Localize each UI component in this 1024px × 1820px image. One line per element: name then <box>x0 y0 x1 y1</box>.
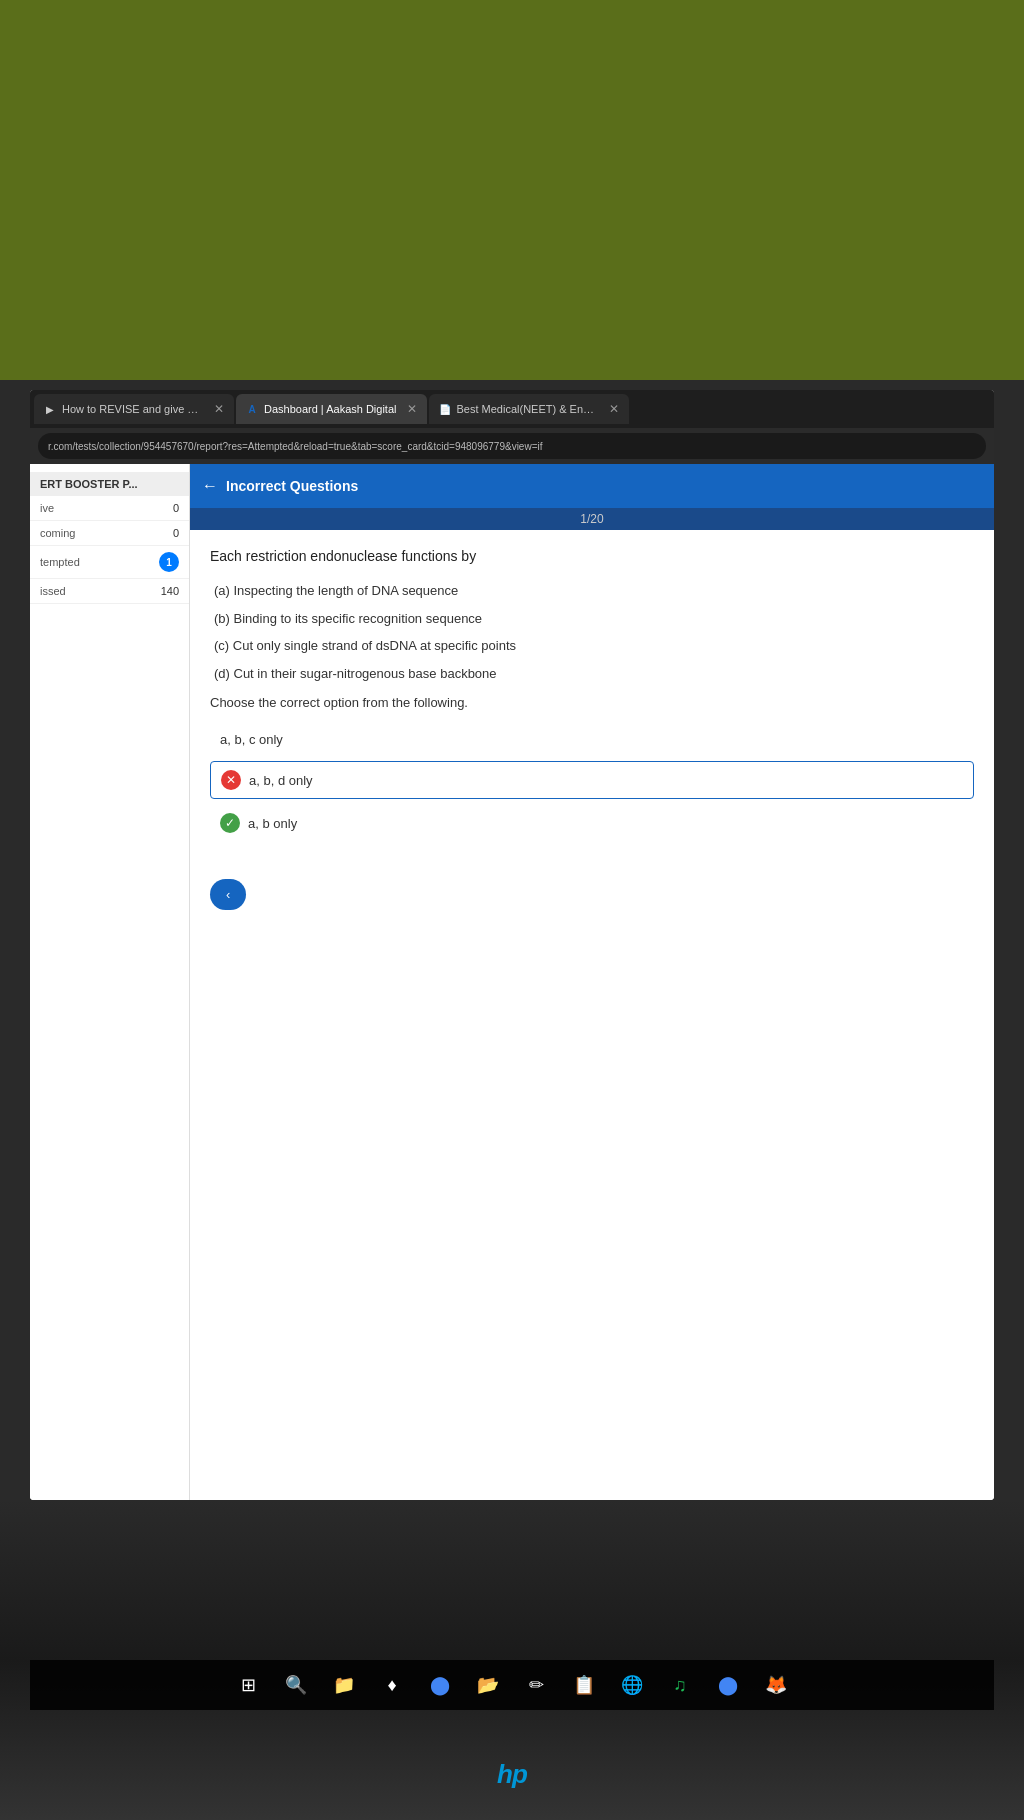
address-text: r.com/tests/collection/954457670/report?… <box>48 441 542 452</box>
top-bar: ← Incorrect Questions <box>190 464 994 508</box>
laptop-base: ⊞ 🔍 📁 ♦ ⬤ 📂 ✏ 📋 🌐 ♫ ⬤ 🦊 hp <box>0 1500 1024 1820</box>
sidebar-item-tempted: tempted 1 <box>30 546 189 579</box>
address-bar-row: r.com/tests/collection/954457670/report?… <box>30 428 994 464</box>
taskbar-start[interactable]: ⊞ <box>233 1670 263 1700</box>
hp-logo: hp <box>497 1759 527 1790</box>
tab1-label: How to REVISE and give MOCK <box>62 403 204 415</box>
choose-text: Choose the correct option from the follo… <box>210 695 974 710</box>
option-a: (a) Inspecting the length of DNA sequenc… <box>210 581 974 601</box>
laptop-screen: ▶ How to REVISE and give MOCK ✕ A Dashbo… <box>30 390 994 1500</box>
prev-button[interactable]: ‹ <box>210 879 246 910</box>
sidebar-header: ERT BOOSTER P... <box>30 472 189 496</box>
address-bar[interactable]: r.com/tests/collection/954457670/report?… <box>38 433 986 459</box>
tab1-close[interactable]: ✕ <box>214 402 224 416</box>
sidebar-badge-tempted: 1 <box>159 552 179 572</box>
sidebar-label-issed: issed <box>40 585 66 597</box>
sidebar-value-ive: 0 <box>173 502 179 514</box>
taskbar-edge[interactable]: 🌐 <box>617 1670 647 1700</box>
tab3-label: Best Medical(NEET) & Engineeri <box>457 403 599 415</box>
prev-icon: ‹ <box>226 887 230 902</box>
answer-option-ab[interactable]: ✓ a, b only <box>210 805 974 841</box>
taskbar-chrome[interactable]: ⬤ <box>425 1670 455 1700</box>
wrong-icon: ✕ <box>221 770 241 790</box>
website-content: ERT BOOSTER P... ive 0 coming 0 tempted … <box>30 464 994 1500</box>
nav-btn-area: ‹ <box>190 863 994 926</box>
taskbar-folder[interactable]: 📂 <box>473 1670 503 1700</box>
taskbar-notes[interactable]: 📋 <box>569 1670 599 1700</box>
desk-surface <box>0 0 1024 380</box>
taskbar-files[interactable]: 📁 <box>329 1670 359 1700</box>
back-button[interactable]: ← <box>202 477 218 495</box>
tab3-favicon: 📄 <box>439 403 451 415</box>
option-b: (b) Binding to its specific recognition … <box>210 609 974 629</box>
tab-revise-mock[interactable]: ▶ How to REVISE and give MOCK ✕ <box>34 394 234 424</box>
answer-option-abc[interactable]: a, b, c only <box>210 724 974 755</box>
tab-best-medical[interactable]: 📄 Best Medical(NEET) & Engineeri ✕ <box>429 394 629 424</box>
tab-bar: ▶ How to REVISE and give MOCK ✕ A Dashbo… <box>30 390 994 428</box>
answer-label-abd: a, b, d only <box>249 773 313 788</box>
question-number: 1/20 <box>190 508 994 530</box>
answer-label-ab: a, b only <box>248 816 297 831</box>
tab2-favicon: A <box>246 403 258 415</box>
taskbar: ⊞ 🔍 📁 ♦ ⬤ 📂 ✏ 📋 🌐 ♫ ⬤ 🦊 <box>30 1660 994 1710</box>
answer-options: a, b, c only ✕ a, b, d only ✓ a, b only <box>210 724 974 841</box>
taskbar-music[interactable]: ♫ <box>665 1670 695 1700</box>
option-d: (d) Cut in their sugar-nitrogenous base … <box>210 664 974 684</box>
browser-chrome: ▶ How to REVISE and give MOCK ✕ A Dashbo… <box>30 390 994 464</box>
laptop-body: ▶ How to REVISE and give MOCK ✕ A Dashbo… <box>0 0 1024 1820</box>
tab1-favicon: ▶ <box>44 403 56 415</box>
answer-label-abc: a, b, c only <box>220 732 283 747</box>
page-title: Incorrect Questions <box>226 478 358 494</box>
sidebar-item-issed: issed 140 <box>30 579 189 604</box>
sidebar-label-tempted: tempted <box>40 556 80 568</box>
sidebar: ERT BOOSTER P... ive 0 coming 0 tempted … <box>30 464 190 1500</box>
tab2-label: Dashboard | Aakash Digital <box>264 403 397 415</box>
question-text: Each restriction endonuclease functions … <box>210 546 974 567</box>
answer-option-abd[interactable]: ✕ a, b, d only <box>210 761 974 799</box>
tab-dashboard[interactable]: A Dashboard | Aakash Digital ✕ <box>236 394 427 424</box>
sidebar-value-issed: 140 <box>161 585 179 597</box>
sidebar-label-ive: ive <box>40 502 54 514</box>
question-area: Each restriction endonuclease functions … <box>190 530 994 863</box>
taskbar-browser2[interactable]: ⬤ <box>713 1670 743 1700</box>
tab2-close[interactable]: ✕ <box>407 402 417 416</box>
sidebar-label-coming: coming <box>40 527 75 539</box>
taskbar-app1[interactable]: ♦ <box>377 1670 407 1700</box>
sidebar-item-ive: ive 0 <box>30 496 189 521</box>
taskbar-pen[interactable]: ✏ <box>521 1670 551 1700</box>
sidebar-value-coming: 0 <box>173 527 179 539</box>
taskbar-app2[interactable]: 🦊 <box>761 1670 791 1700</box>
sidebar-item-coming: coming 0 <box>30 521 189 546</box>
main-content: ← Incorrect Questions 1/20 Each restrict… <box>190 464 994 1500</box>
tab3-close[interactable]: ✕ <box>609 402 619 416</box>
correct-icon: ✓ <box>220 813 240 833</box>
option-c: (c) Cut only single strand of dsDNA at s… <box>210 636 974 656</box>
taskbar-search[interactable]: 🔍 <box>281 1670 311 1700</box>
